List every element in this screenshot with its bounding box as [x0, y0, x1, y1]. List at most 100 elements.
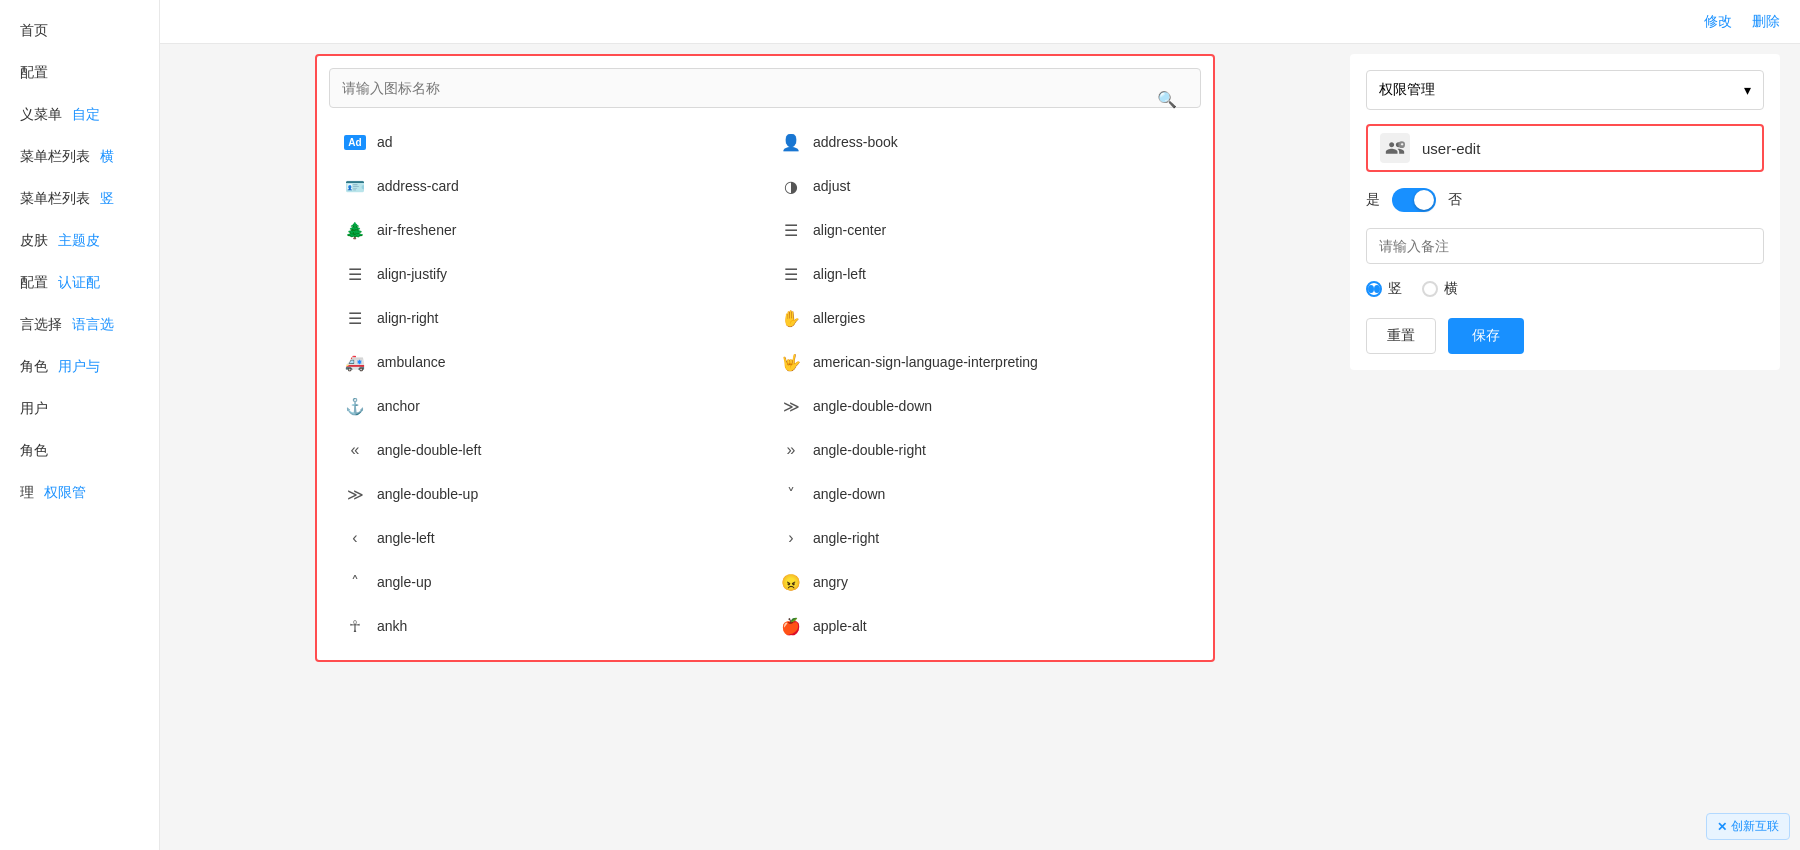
icon-label-align-center: align-center [813, 222, 886, 238]
sidebar-label-v-menu: 菜单栏列表 [20, 190, 90, 206]
radio-row: 竖 横 [1366, 280, 1764, 298]
icon-item-angle-down[interactable]: ˅ angle-down [765, 472, 1201, 516]
sidebar-link-lang[interactable]: 语言选 [72, 316, 114, 332]
icon-item-angle-double-down[interactable]: ≫ angle-double-down [765, 384, 1201, 428]
icon-item-angle-double-up[interactable]: ≫angle-double-up [329, 472, 765, 516]
radio-vertical[interactable]: 竖 [1366, 280, 1402, 298]
icon-symbol-angle-double-right: » [779, 438, 803, 462]
icon-symbol-angle-double-up: ≫ [343, 482, 367, 506]
sidebar-item-role[interactable]: 角色 用户与 [0, 346, 159, 388]
icon-item-angle-left[interactable]: ‹angle-left [329, 516, 765, 560]
icon-label-angle-left: angle-left [377, 530, 435, 546]
icon-item-angle-double-right[interactable]: » angle-double-right [765, 428, 1201, 472]
icon-label-ambulance: ambulance [377, 354, 446, 370]
sidebar-item-custom-menu[interactable]: 义菜单 自定 [0, 94, 159, 136]
icon-item-align-right[interactable]: ☰align-right [329, 296, 765, 340]
radio-horizontal[interactable]: 横 [1422, 280, 1458, 298]
sidebar-item-home[interactable]: 首页 [0, 10, 159, 52]
icon-item-american-sign-language-interpreting[interactable]: 🤟american-sign-language-interpreting [765, 340, 1201, 384]
sidebar-label-custom-menu: 义菜单 [20, 106, 62, 122]
icon-item-angle-double-left[interactable]: «angle-double-left [329, 428, 765, 472]
icon-item-anchor[interactable]: ⚓anchor [329, 384, 765, 428]
icon-label-align-justify: align-justify [377, 266, 447, 282]
icon-item-address-book[interactable]: 👤address-book [765, 120, 1201, 164]
icon-item-ad[interactable]: Adad [329, 120, 765, 164]
icon-item-ankh[interactable]: ☥ankh [329, 604, 765, 648]
sidebar-link-perm[interactable]: 权限管 [44, 484, 86, 500]
radio-horizontal-dot [1422, 281, 1438, 297]
sidebar-item-role2[interactable]: 角色 [0, 430, 159, 472]
icon-symbol-angle-down: ˅ [779, 482, 803, 506]
sidebar-item-perm[interactable]: 理 权限管 [0, 472, 159, 514]
sidebar-label-user: 用户 [20, 400, 48, 416]
icon-item-align-center[interactable]: ☰align-center [765, 208, 1201, 252]
icon-label-address-card: address-card [377, 178, 459, 194]
sidebar-link-role[interactable]: 用户与 [58, 358, 100, 374]
icon-label-ankh: ankh [377, 618, 407, 634]
icon-symbol-ad: Ad [343, 130, 367, 154]
reset-button[interactable]: 重置 [1366, 318, 1436, 354]
icon-label-air-freshener: air-freshener [377, 222, 456, 238]
sidebar-label-home: 首页 [20, 22, 48, 38]
icon-item-address-card[interactable]: 🪪 address-card [329, 164, 765, 208]
icon-label-angle-double-down: angle-double-down [813, 398, 932, 414]
icon-item-adjust[interactable]: ◑adjust [765, 164, 1201, 208]
sidebar-link-auth[interactable]: 认证配 [58, 274, 100, 290]
sidebar-item-auth-config[interactable]: 配置 认证配 [0, 262, 159, 304]
icon-item-apple-alt[interactable]: 🍎apple-alt [765, 604, 1201, 648]
icon-item-align-justify[interactable]: ☰ align-justify [329, 252, 765, 296]
icon-symbol-address-book: 👤 [779, 130, 803, 154]
icon-symbol-address-card: 🪪 [343, 174, 367, 198]
permission-dropdown[interactable]: 权限管理 ▾ [1366, 70, 1764, 110]
icon-label-apple-alt: apple-alt [813, 618, 867, 634]
icon-symbol-align-left: ☰ [779, 262, 803, 286]
remark-input[interactable] [1366, 228, 1764, 264]
icon-item-angle-up[interactable]: ˄ angle-up [329, 560, 765, 604]
icon-label-align-left: align-left [813, 266, 866, 282]
selected-icon-box[interactable]: user-edit [1366, 124, 1764, 172]
sidebar-link-skin[interactable]: 主题皮 [58, 232, 100, 248]
topbar: 修改 删除 [160, 0, 1800, 44]
icon-item-allergies[interactable]: ✋allergies [765, 296, 1201, 340]
icon-symbol-ambulance: 🚑 [343, 350, 367, 374]
icon-label-american-sign-language-interpreting: american-sign-language-interpreting [813, 354, 1038, 370]
icon-label-ad: ad [377, 134, 393, 150]
edit-action[interactable]: 修改 [1704, 13, 1732, 31]
delete-action[interactable]: 删除 [1752, 13, 1780, 31]
permission-dropdown-label: 权限管理 [1379, 81, 1435, 99]
sidebar-label-skin: 皮肤 [20, 232, 48, 248]
sidebar-link-v-menu[interactable]: 竖 [100, 190, 114, 206]
icon-label-angle-down: angle-down [813, 486, 885, 502]
selected-icon-name: user-edit [1422, 140, 1750, 157]
icon-symbol-align-right: ☰ [343, 306, 367, 330]
content-area: 🔍 Adad👤address-book🪪address-card◑adjust🌲… [160, 44, 1800, 850]
sidebar-item-v-menu-list[interactable]: 菜单栏列表 竖 [0, 178, 159, 220]
icon-symbol-align-justify: ☰ [343, 262, 367, 286]
sidebar-item-h-menu-list[interactable]: 菜单栏列表 横 [0, 136, 159, 178]
icon-item-angle-right[interactable]: ›angle-right [765, 516, 1201, 560]
save-button[interactable]: 保存 [1448, 318, 1524, 354]
sidebar-item-skin[interactable]: 皮肤 主题皮 [0, 220, 159, 262]
topbar-actions: 修改 删除 [1704, 13, 1780, 31]
icon-item-align-left[interactable]: ☰ align-left [765, 252, 1201, 296]
sidebar-item-lang[interactable]: 言选择 语言选 [0, 304, 159, 346]
action-row: 重置 保存 [1366, 318, 1764, 354]
icon-label-angle-double-right: angle-double-right [813, 442, 926, 458]
toggle-switch[interactable] [1392, 188, 1436, 212]
watermark-text: 创新互联 [1731, 818, 1779, 835]
sidebar-link-h-menu[interactable]: 横 [100, 148, 114, 164]
icon-symbol-angry: 😠 [779, 570, 803, 594]
sidebar-item-user[interactable]: 用户 [0, 388, 159, 430]
icon-item-air-freshener[interactable]: 🌲air-freshener [329, 208, 765, 252]
sidebar-label-perm: 理 [20, 484, 34, 500]
icon-item-ambulance[interactable]: 🚑 ambulance [329, 340, 765, 384]
icon-label-angle-up: angle-up [377, 574, 432, 590]
icon-symbol-angle-up: ˄ [343, 570, 367, 594]
icon-search-input[interactable] [329, 68, 1201, 108]
icon-symbol-angle-double-down: ≫ [779, 394, 803, 418]
sidebar-item-config[interactable]: 配置 [0, 52, 159, 94]
sidebar-link-custom-menu[interactable]: 自定 [72, 106, 100, 122]
radio-vertical-label: 竖 [1388, 280, 1402, 298]
icon-item-angry[interactable]: 😠angry [765, 560, 1201, 604]
toggle-yes-label: 是 [1366, 191, 1380, 209]
